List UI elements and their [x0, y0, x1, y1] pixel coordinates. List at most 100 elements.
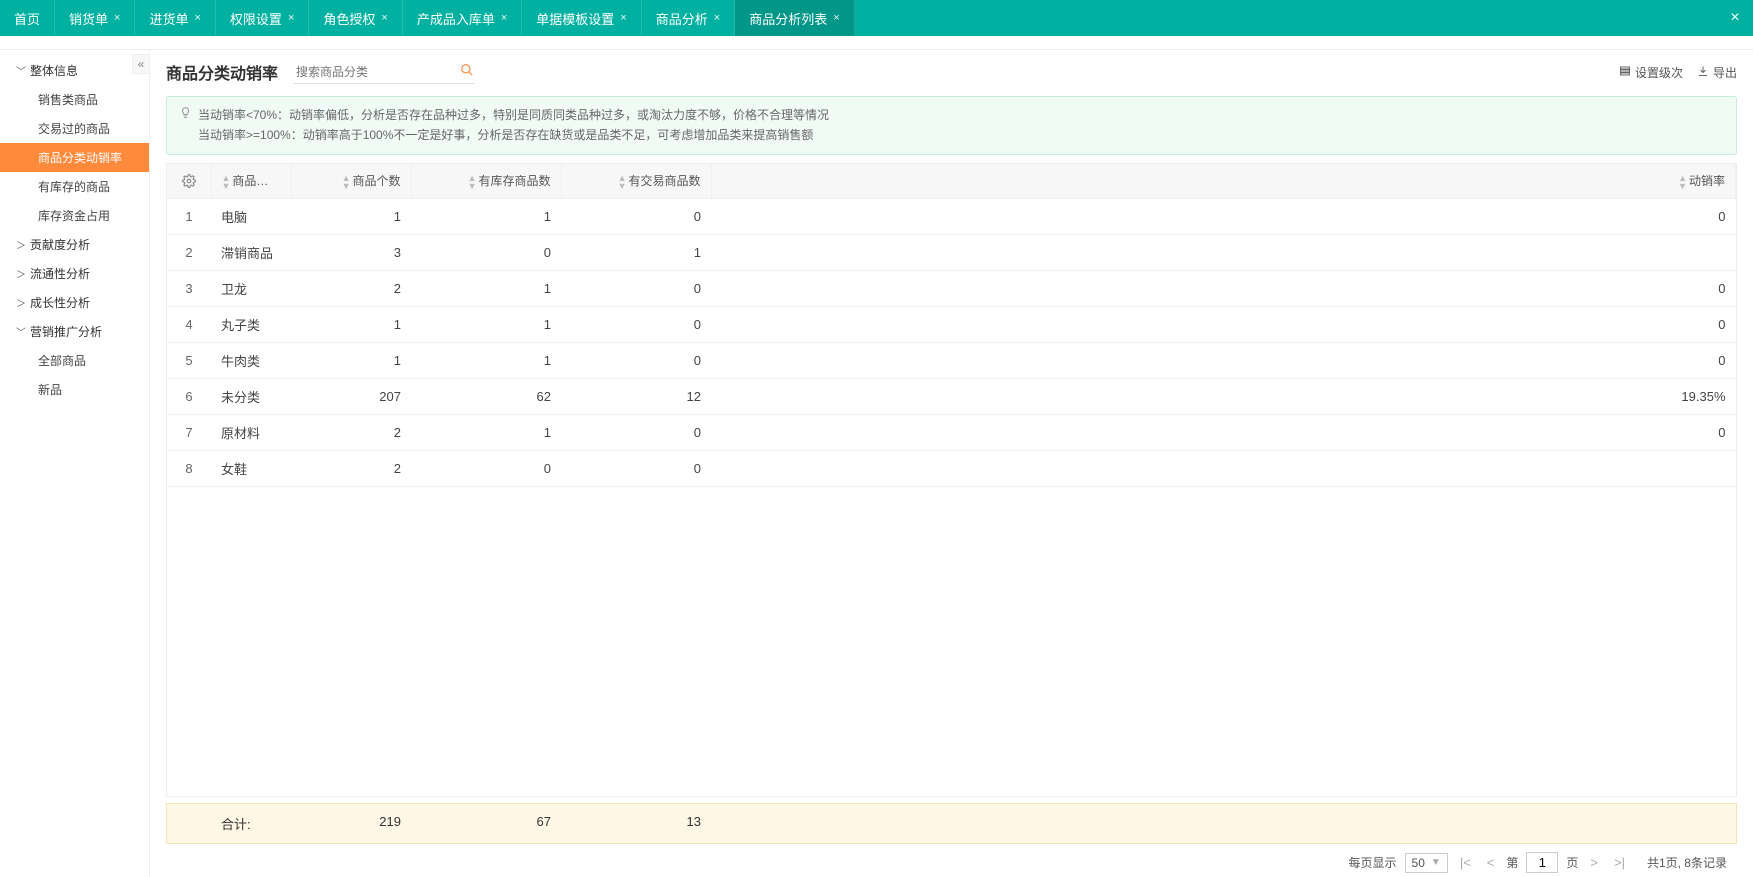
- table-row[interactable]: 4丸子类1100: [167, 306, 1736, 342]
- cell-count: 207: [291, 378, 411, 414]
- close-icon[interactable]: ×: [288, 12, 294, 24]
- sidebar-item[interactable]: 全部商品: [0, 346, 149, 375]
- search-input[interactable]: [294, 61, 460, 83]
- sidebar-item[interactable]: 销售类商品: [0, 85, 149, 114]
- page-last-button[interactable]: >|: [1610, 855, 1629, 870]
- cell-category: 电脑: [211, 198, 291, 234]
- col-trade-count[interactable]: ▲▼有交易商品数: [561, 164, 711, 198]
- chevron-right-icon: ＞: [16, 266, 26, 281]
- main-wrap: « ﹀整体信息销售类商品交易过的商品商品分类动销率有库存的商品库存资金占用＞贡献…: [0, 50, 1753, 877]
- close-icon[interactable]: ×: [114, 12, 120, 24]
- cell-count: 2: [291, 450, 411, 486]
- cell-count: 1: [291, 306, 411, 342]
- table-row[interactable]: 8女鞋200: [167, 450, 1736, 486]
- cell-stock-count: 1: [411, 306, 561, 342]
- top-tab[interactable]: 权限设置×: [216, 0, 309, 36]
- summary-label: 合计:: [211, 804, 291, 843]
- close-icon[interactable]: ×: [194, 12, 200, 24]
- top-tab[interactable]: 商品分析列表 ×: [735, 0, 854, 36]
- cell-stock-count: 1: [411, 414, 561, 450]
- cell-count: 1: [291, 342, 411, 378]
- cell-idx: 3: [167, 270, 211, 306]
- close-all-tabs-button[interactable]: ×: [1717, 0, 1753, 36]
- cell-rate: [711, 234, 1736, 270]
- sidebar-group-label: 整体信息: [30, 62, 78, 79]
- sidebar-group[interactable]: ﹀ 整体信息: [0, 56, 149, 85]
- page-input[interactable]: [1526, 852, 1558, 873]
- cell-category: 滞销商品: [211, 234, 291, 270]
- page-title: 商品分类动销率: [166, 60, 278, 84]
- page-prev-button[interactable]: <: [1483, 855, 1499, 870]
- top-tab[interactable]: 单据模板设置 ×: [522, 0, 641, 36]
- sidebar-group-label: 贡献度分析: [30, 236, 90, 253]
- search-icon[interactable]: [460, 63, 474, 80]
- sidebar-group-label: 流通性分析: [30, 265, 90, 282]
- chevron-down-icon: ﹀: [16, 324, 26, 339]
- summary-count: 219: [291, 804, 411, 843]
- top-tab[interactable]: 商品分析 ×: [642, 0, 735, 36]
- cell-category: 原材料: [211, 414, 291, 450]
- per-page-label: 每页显示: [1349, 854, 1397, 871]
- bulb-icon: [179, 105, 192, 146]
- table-row[interactable]: 5牛肉类1100: [167, 342, 1736, 378]
- table-row[interactable]: 2滞销商品301: [167, 234, 1736, 270]
- top-tab[interactable]: 首页: [0, 0, 55, 36]
- sidebar-item[interactable]: 商品分类动销率: [0, 143, 149, 172]
- close-icon[interactable]: ×: [714, 12, 720, 24]
- cell-stock-count: 1: [411, 270, 561, 306]
- sidebar-collapse-button[interactable]: «: [132, 54, 150, 74]
- export-icon: [1697, 65, 1709, 80]
- sidebar-group[interactable]: ＞ 流通性分析: [0, 259, 149, 288]
- table-row[interactable]: 3卫龙2100: [167, 270, 1736, 306]
- cell-category: 未分类: [211, 378, 291, 414]
- sidebar: « ﹀整体信息销售类商品交易过的商品商品分类动销率有库存的商品库存资金占用＞贡献…: [0, 50, 150, 877]
- cell-rate: 19.35%: [711, 378, 1736, 414]
- top-tab[interactable]: 进货单×: [135, 0, 215, 36]
- per-page-select[interactable]: 50 ▼: [1405, 853, 1448, 873]
- cell-idx: 2: [167, 234, 211, 270]
- col-count[interactable]: ▲▼商品个数: [291, 164, 411, 198]
- table-row[interactable]: 6未分类207621219.35%: [167, 378, 1736, 414]
- table-row[interactable]: 1电脑1100: [167, 198, 1736, 234]
- sidebar-item[interactable]: 新品: [0, 375, 149, 404]
- cell-trade-count: 0: [561, 198, 711, 234]
- cell-category: 卫龙: [211, 270, 291, 306]
- top-tab[interactable]: 产成品入库单×: [403, 0, 522, 36]
- sidebar-group[interactable]: ﹀ 营销推广分析: [0, 317, 149, 346]
- sidebar-group-label: 成长性分析: [30, 294, 90, 311]
- summary-trade-count: 13: [561, 804, 711, 843]
- table-row[interactable]: 7原材料2100: [167, 414, 1736, 450]
- top-tab-label: 商品分析: [656, 9, 708, 28]
- sidebar-group-label: 营销推广分析: [30, 323, 102, 340]
- chevron-down-icon: ▼: [1431, 857, 1441, 868]
- sidebar-group[interactable]: ＞成长性分析: [0, 288, 149, 317]
- sidebar-group[interactable]: ＞贡献度分析: [0, 230, 149, 259]
- sidebar-item[interactable]: 交易过的商品: [0, 114, 149, 143]
- cell-idx: 7: [167, 414, 211, 450]
- col-rate[interactable]: ▲▼动销率: [711, 164, 1736, 198]
- close-icon[interactable]: ×: [501, 12, 507, 24]
- sidebar-item[interactable]: 有库存的商品: [0, 172, 149, 201]
- search-box: [294, 61, 474, 84]
- column-settings-button[interactable]: [167, 164, 211, 198]
- top-tab[interactable]: 销货单×: [55, 0, 135, 36]
- cell-category: 女鞋: [211, 450, 291, 486]
- top-tab-label: 商品分析列表: [749, 9, 827, 28]
- col-category[interactable]: ▲▼商品…: [211, 164, 291, 198]
- top-tab[interactable]: 角色授权×: [309, 0, 402, 36]
- close-icon[interactable]: ×: [833, 12, 839, 24]
- page-first-button[interactable]: |<: [1456, 855, 1475, 870]
- set-level-button[interactable]: 设置级次: [1619, 64, 1683, 81]
- page-word-1: 第: [1506, 854, 1518, 871]
- chevron-down-icon: ﹀: [16, 63, 26, 78]
- page-total: 共1页, 8条记录: [1647, 854, 1727, 871]
- sidebar-item[interactable]: 库存资金占用: [0, 201, 149, 230]
- close-icon[interactable]: ×: [620, 12, 626, 24]
- page-next-button[interactable]: >: [1586, 855, 1602, 870]
- export-button[interactable]: 导出: [1697, 64, 1737, 81]
- top-tab-label: 单据模板设置: [536, 9, 614, 28]
- cell-trade-count: 12: [561, 378, 711, 414]
- col-stock-count[interactable]: ▲▼有库存商品数: [411, 164, 561, 198]
- close-icon[interactable]: ×: [381, 12, 387, 24]
- cell-category: 丸子类: [211, 306, 291, 342]
